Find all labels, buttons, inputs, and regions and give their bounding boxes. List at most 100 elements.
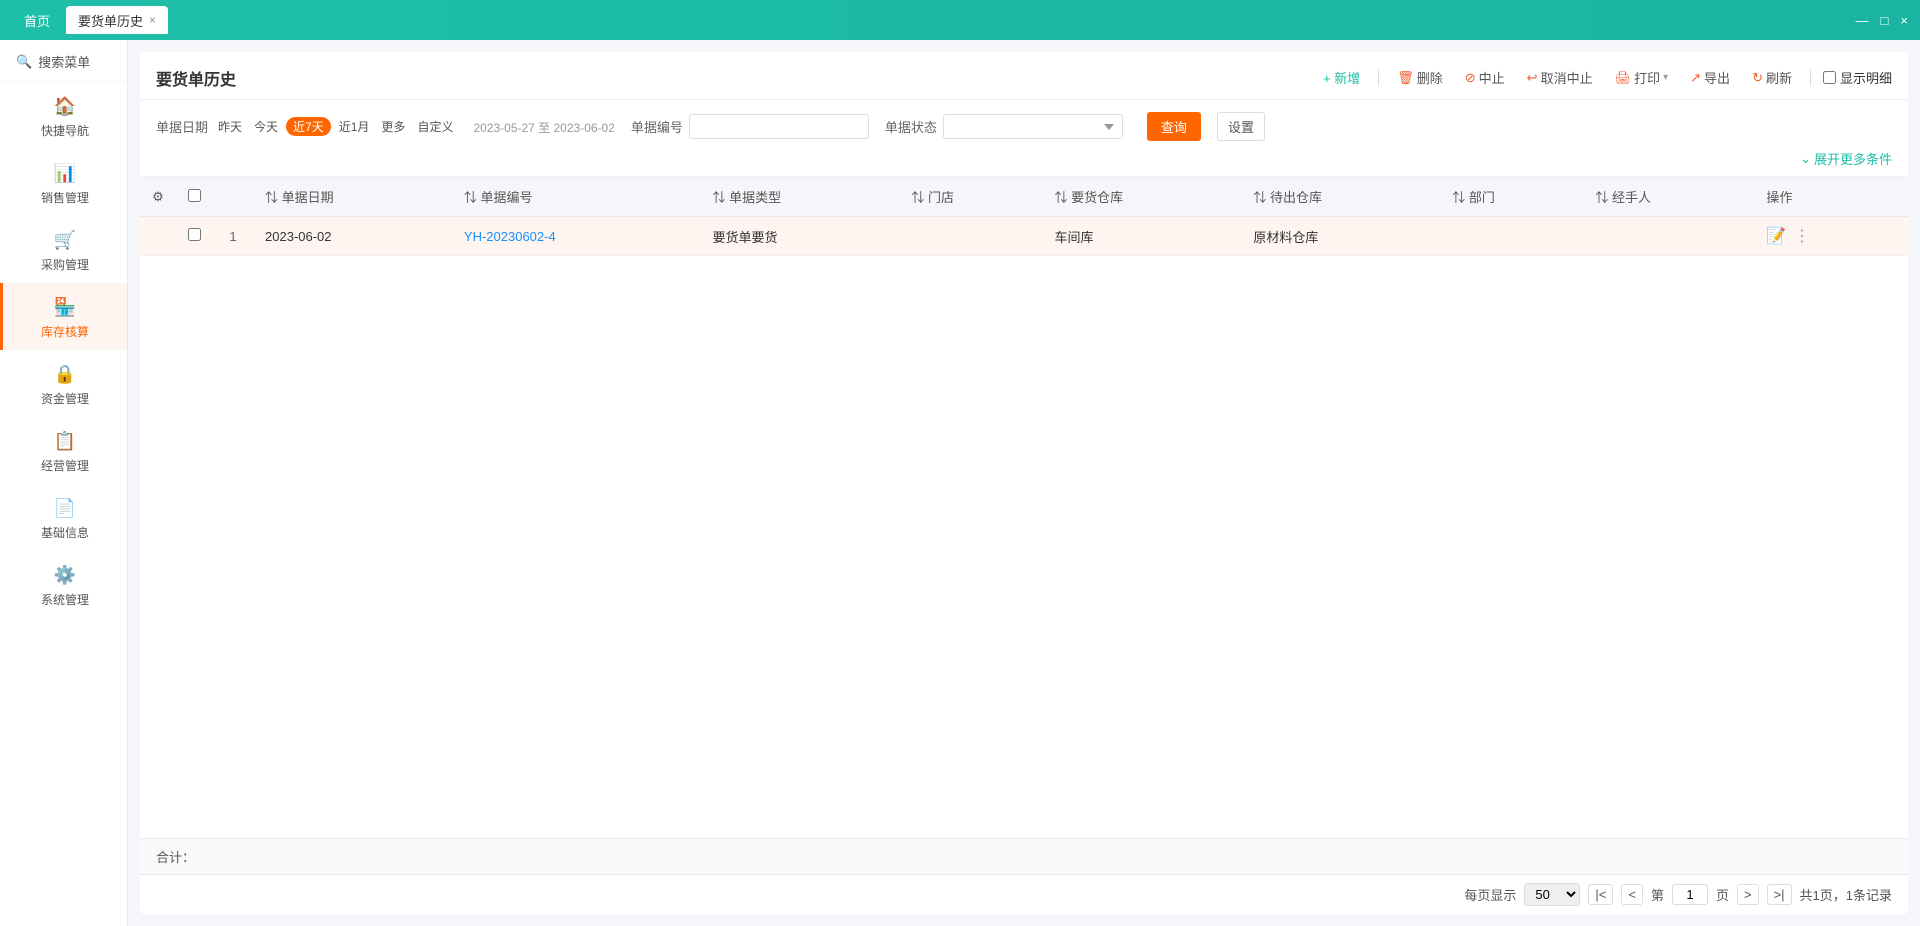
col-doc-type: ⇅ 单据类型: [700, 177, 899, 217]
export-icon: ↗: [1690, 70, 1701, 86]
more-action-icon[interactable]: ⋮: [1794, 228, 1810, 245]
doc-no-input[interactable]: [689, 114, 869, 139]
new-btn[interactable]: + 新增: [1317, 64, 1366, 91]
table-row: 1 2023-06-02 YH-20230602-4 要货单要货: [140, 217, 1908, 256]
cart-icon: 🛒: [53, 228, 77, 252]
edit-action-icon[interactable]: 📝: [1766, 228, 1786, 245]
doc-status-label: 单据状态: [885, 117, 937, 136]
row-select-checkbox[interactable]: [188, 228, 201, 241]
filter-bar: 单据日期 昨天 今天 近7天 近1月 更多 自定义 2023-05-27 至 2…: [140, 100, 1908, 177]
filter-bottom: ⌄ 展开更多条件: [156, 149, 1892, 168]
col-checkbox: [176, 177, 213, 217]
date-range-display: 2023-05-27 至 2023-06-02: [473, 117, 614, 136]
doc-status-select[interactable]: [943, 114, 1123, 139]
print-icon: 🖨: [1615, 70, 1632, 86]
col-settings[interactable]: ⚙: [140, 177, 176, 217]
sidebar-item-inventory[interactable]: 🏪 库存核算: [0, 283, 127, 350]
maximize-btn[interactable]: □: [1881, 13, 1889, 28]
sidebar: 🔍 搜索菜单 🏠 快捷导航 📊 销售管理 🛒 采购管理 🏪 库存核算 🔒 资金管…: [0, 40, 128, 926]
sidebar-item-operations[interactable]: 📋 经营管理: [0, 417, 127, 484]
row-dept: [1440, 217, 1583, 256]
display-detail-checkbox[interactable]: [1823, 71, 1836, 84]
sidebar-item-sales[interactable]: 📊 销售管理: [0, 149, 127, 216]
home-icon: 🏠: [53, 94, 77, 118]
page-header: 要货单历史 + 新增 🗑 删除 ⊘ 中止 ↩ 取消中止: [140, 52, 1908, 100]
tab-home[interactable]: 首页: [12, 6, 62, 34]
col-store: ⇅ 门店: [899, 177, 1042, 217]
col-doc-date: ⇅ 单据日期: [253, 177, 452, 217]
page-prefix: 第: [1651, 885, 1664, 904]
settings-filter-btn[interactable]: 设置: [1217, 112, 1265, 141]
cancel-stop-btn[interactable]: ↩ 取消中止: [1521, 64, 1599, 91]
total-info: 共1页，1条记录: [1800, 885, 1892, 904]
cancel-stop-icon: ↩: [1527, 70, 1538, 86]
doc-date-filter: 单据日期 昨天 今天 近7天 近1月 更多 自定义: [156, 117, 457, 136]
col-action: 操作: [1754, 177, 1908, 217]
refresh-icon: ↻: [1752, 70, 1763, 86]
doc-status-filter: 单据状态: [885, 114, 1123, 139]
close-tab-icon[interactable]: ×: [149, 13, 156, 27]
date-yesterday[interactable]: 昨天: [214, 117, 246, 136]
print-btn[interactable]: 🖨 打印 ▾: [1609, 64, 1675, 91]
last-page-btn[interactable]: >|: [1767, 884, 1792, 905]
doc-no-filter: 单据编号: [631, 114, 869, 139]
doc-date-label: 单据日期: [156, 117, 208, 136]
expand-filter-btn[interactable]: ⌄ 展开更多条件: [1800, 149, 1892, 168]
page-content: 要货单历史 + 新增 🗑 删除 ⊘ 中止 ↩ 取消中止: [140, 52, 1908, 914]
query-btn[interactable]: 查询: [1147, 112, 1201, 141]
row-handler: [1583, 217, 1754, 256]
minimize-btn[interactable]: —: [1856, 13, 1869, 28]
next-page-btn[interactable]: >: [1737, 884, 1759, 905]
requisition-table: ⚙ ⇅ 单据日期 ⇅ 单据编号: [140, 177, 1908, 256]
select-all-checkbox[interactable]: [188, 189, 201, 202]
close-btn[interactable]: ×: [1900, 13, 1908, 28]
delete-icon: 🗑: [1397, 70, 1414, 86]
page-suffix: 页: [1716, 885, 1729, 904]
doc-icon: 📄: [53, 496, 77, 520]
date-custom[interactable]: 自定义: [413, 117, 457, 136]
window-controls: — □ ×: [1856, 13, 1908, 28]
date-1month[interactable]: 近1月: [335, 117, 374, 136]
prev-page-btn[interactable]: <: [1621, 884, 1643, 905]
date-today[interactable]: 今天: [250, 117, 282, 136]
doc-no-link[interactable]: YH-20230602-4: [464, 229, 556, 244]
sidebar-item-system[interactable]: ⚙️ 系统管理: [0, 551, 127, 618]
sidebar-search[interactable]: 🔍 搜索菜单: [0, 40, 127, 82]
table-wrapper: ⚙ ⇅ 单据日期 ⇅ 单据编号: [140, 177, 1908, 838]
row-checkbox: [176, 217, 213, 256]
page-number-input[interactable]: 1: [1672, 884, 1708, 905]
toolbar: + 新增 🗑 删除 ⊘ 中止 ↩ 取消中止 🖨: [1317, 64, 1892, 91]
row-doc-type: 要货单要货: [700, 217, 899, 256]
sidebar-item-finance[interactable]: 🔒 资金管理: [0, 350, 127, 417]
row-num: 1: [213, 217, 253, 256]
row-req-warehouse: 车间库: [1042, 217, 1241, 256]
sidebar-item-purchase[interactable]: 🛒 采购管理: [0, 216, 127, 283]
row-pending-warehouse: 原材料仓库: [1241, 217, 1440, 256]
sidebar-item-quick-nav[interactable]: 🏠 快捷导航: [0, 82, 127, 149]
stop-icon: ⊘: [1465, 70, 1476, 86]
tab-requisition-history[interactable]: 要货单历史 ×: [66, 6, 168, 34]
first-page-btn[interactable]: |<: [1588, 884, 1613, 905]
col-dept: ⇅ 部门: [1440, 177, 1583, 217]
date-more[interactable]: 更多: [377, 117, 409, 136]
refresh-btn[interactable]: ↻ 刷新: [1746, 64, 1798, 91]
print-dropdown-icon: ▾: [1663, 72, 1668, 83]
summary-label: 合计：: [156, 850, 195, 865]
per-page-select[interactable]: 10 20 50 100: [1524, 883, 1580, 906]
main-layout: 🔍 搜索菜单 🏠 快捷导航 📊 销售管理 🛒 采购管理 🏪 库存核算 🔒 资金管…: [0, 40, 1920, 926]
gear-icon: ⚙️: [53, 563, 77, 587]
col-num: [213, 177, 253, 217]
col-doc-no: ⇅ 单据编号: [452, 177, 701, 217]
export-btn[interactable]: ↗ 导出: [1684, 64, 1736, 91]
display-detail-label[interactable]: 显示明细: [1823, 68, 1892, 87]
stop-btn[interactable]: ⊘ 中止: [1459, 64, 1511, 91]
lock-icon: 🔒: [53, 362, 77, 386]
row-settings: [140, 217, 176, 256]
date-7days[interactable]: 近7天: [286, 117, 331, 136]
per-page-label: 每页显示: [1464, 885, 1516, 904]
filter-row: 单据日期 昨天 今天 近7天 近1月 更多 自定义 2023-05-27 至 2…: [156, 112, 1892, 141]
row-doc-date: 2023-06-02: [253, 217, 452, 256]
delete-btn[interactable]: 🗑 删除: [1391, 64, 1449, 91]
sidebar-item-base-info[interactable]: 📄 基础信息: [0, 484, 127, 551]
table-header-row: ⚙ ⇅ 单据日期 ⇅ 单据编号: [140, 177, 1908, 217]
